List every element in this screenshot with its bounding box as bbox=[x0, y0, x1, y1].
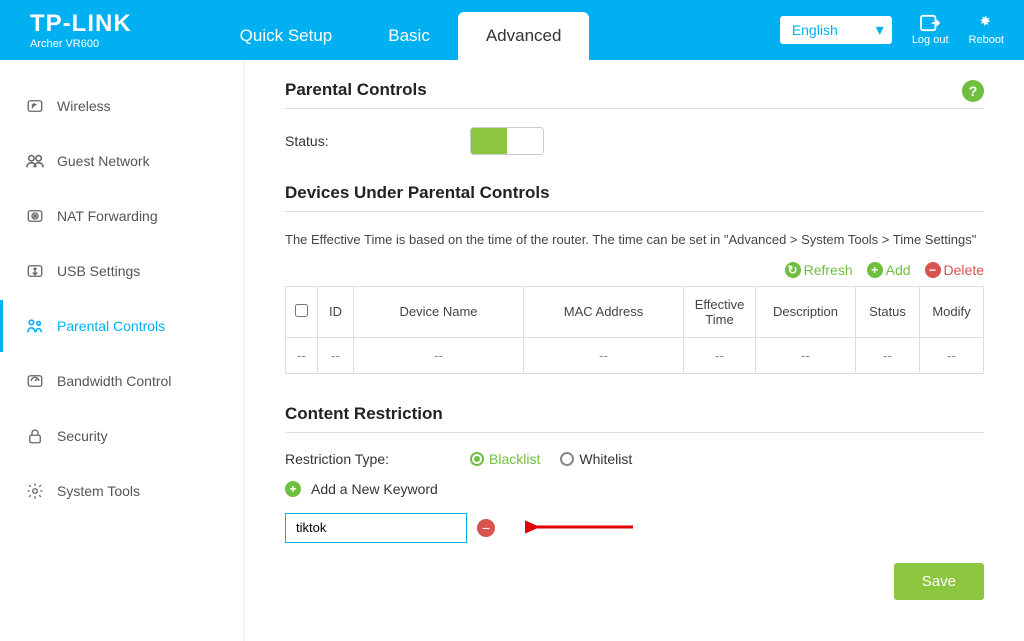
sidebar-item-nat-forwarding[interactable]: NAT Forwarding bbox=[0, 190, 243, 242]
plus-icon: + bbox=[867, 262, 883, 278]
status-toggle[interactable] bbox=[470, 127, 544, 155]
tab-advanced[interactable]: Advanced bbox=[458, 12, 590, 60]
divider bbox=[285, 432, 984, 433]
plus-icon: + bbox=[285, 481, 301, 497]
col-id: ID bbox=[318, 286, 354, 337]
cell: -- bbox=[856, 337, 920, 373]
cell: -- bbox=[318, 337, 354, 373]
language-select[interactable]: English ▾ bbox=[780, 16, 892, 44]
sidebar-label: System Tools bbox=[57, 483, 140, 499]
logout-button[interactable]: Log out bbox=[912, 14, 949, 46]
radio-whitelist[interactable]: Whitelist bbox=[560, 451, 632, 467]
sidebar-item-bandwidth-control[interactable]: Bandwidth Control bbox=[0, 355, 243, 407]
radio-icon bbox=[470, 452, 484, 466]
sidebar-label: Guest Network bbox=[57, 153, 150, 169]
logo: TP-LINK Archer VR600 bbox=[30, 10, 132, 50]
add-button[interactable]: +Add bbox=[867, 262, 911, 278]
logo-main: TP-LINK bbox=[30, 10, 132, 38]
divider bbox=[285, 108, 984, 109]
parental-controls-title: Parental Controls bbox=[285, 80, 984, 100]
bandwidth-icon bbox=[21, 371, 49, 391]
add-keyword-label: Add a New Keyword bbox=[311, 481, 438, 497]
tab-quick-setup[interactable]: Quick Setup bbox=[212, 12, 361, 60]
cell: -- bbox=[524, 337, 684, 373]
sidebar-item-parental-controls[interactable]: Parental Controls bbox=[0, 300, 243, 352]
remove-keyword-button[interactable]: − bbox=[477, 519, 495, 537]
sidebar-label: Bandwidth Control bbox=[57, 373, 171, 389]
delete-button[interactable]: −Delete bbox=[925, 262, 984, 278]
keyword-input[interactable] bbox=[285, 513, 467, 543]
tab-basic[interactable]: Basic bbox=[360, 12, 458, 60]
select-all-checkbox[interactable] bbox=[295, 304, 308, 317]
help-button[interactable]: ? bbox=[962, 80, 984, 102]
cell: -- bbox=[920, 337, 984, 373]
gear-icon bbox=[21, 481, 49, 501]
minus-icon: − bbox=[925, 262, 941, 278]
nat-forwarding-icon bbox=[21, 206, 49, 226]
col-device-name: Device Name bbox=[354, 286, 524, 337]
radio-icon bbox=[560, 452, 574, 466]
parental-controls-icon bbox=[21, 316, 49, 336]
wireless-icon bbox=[21, 96, 49, 116]
logo-model: Archer VR600 bbox=[30, 38, 132, 50]
refresh-icon: ↻ bbox=[785, 262, 801, 278]
reboot-button[interactable]: Reboot bbox=[969, 14, 1004, 46]
table-header-row: ID Device Name MAC Address Effective Tim… bbox=[286, 286, 984, 337]
col-time: Effective Time bbox=[684, 286, 756, 337]
col-mac: MAC Address bbox=[524, 286, 684, 337]
sidebar-item-guest-network[interactable]: Guest Network bbox=[0, 135, 243, 187]
refresh-button[interactable]: ↻Refresh bbox=[785, 262, 853, 278]
reboot-icon bbox=[976, 14, 996, 32]
col-status: Status bbox=[856, 286, 920, 337]
sidebar-label: Security bbox=[57, 428, 108, 444]
col-modify: Modify bbox=[920, 286, 984, 337]
status-label: Status: bbox=[285, 133, 470, 149]
usb-icon bbox=[21, 261, 49, 281]
sidebar-label: USB Settings bbox=[57, 263, 140, 279]
cell: -- bbox=[354, 337, 524, 373]
devices-title: Devices Under Parental Controls bbox=[285, 183, 984, 203]
language-value: English bbox=[780, 16, 892, 44]
guest-network-icon bbox=[21, 151, 49, 171]
table-row: -- -- -- -- -- -- -- -- bbox=[286, 337, 984, 373]
lock-icon bbox=[21, 426, 49, 446]
cell: -- bbox=[286, 337, 318, 373]
sidebar-label: Wireless bbox=[57, 98, 111, 114]
radio-blacklist[interactable]: Blacklist bbox=[470, 451, 540, 467]
sidebar-label: Parental Controls bbox=[57, 318, 165, 334]
divider bbox=[285, 211, 984, 212]
restriction-type-label: Restriction Type: bbox=[285, 451, 470, 467]
logout-label: Log out bbox=[912, 34, 949, 46]
logout-icon bbox=[919, 14, 941, 32]
sidebar-item-wireless[interactable]: Wireless bbox=[0, 80, 243, 132]
arrow-annotation bbox=[525, 518, 635, 536]
cell: -- bbox=[684, 337, 756, 373]
sidebar-label: NAT Forwarding bbox=[57, 208, 158, 224]
sidebar: Wireless Guest Network NAT Forwarding US… bbox=[0, 60, 243, 641]
save-button[interactable]: Save bbox=[894, 563, 984, 600]
content-restriction-title: Content Restriction bbox=[285, 404, 984, 424]
devices-note: The Effective Time is based on the time … bbox=[285, 230, 984, 250]
add-keyword-button[interactable]: + Add a New Keyword bbox=[285, 481, 984, 497]
reboot-label: Reboot bbox=[969, 34, 1004, 46]
sidebar-item-security[interactable]: Security bbox=[0, 410, 243, 462]
col-description: Description bbox=[756, 286, 856, 337]
sidebar-item-system-tools[interactable]: System Tools bbox=[0, 465, 243, 517]
sidebar-item-usb-settings[interactable]: USB Settings bbox=[0, 245, 243, 297]
cell: -- bbox=[756, 337, 856, 373]
devices-table: ID Device Name MAC Address Effective Tim… bbox=[285, 286, 984, 374]
